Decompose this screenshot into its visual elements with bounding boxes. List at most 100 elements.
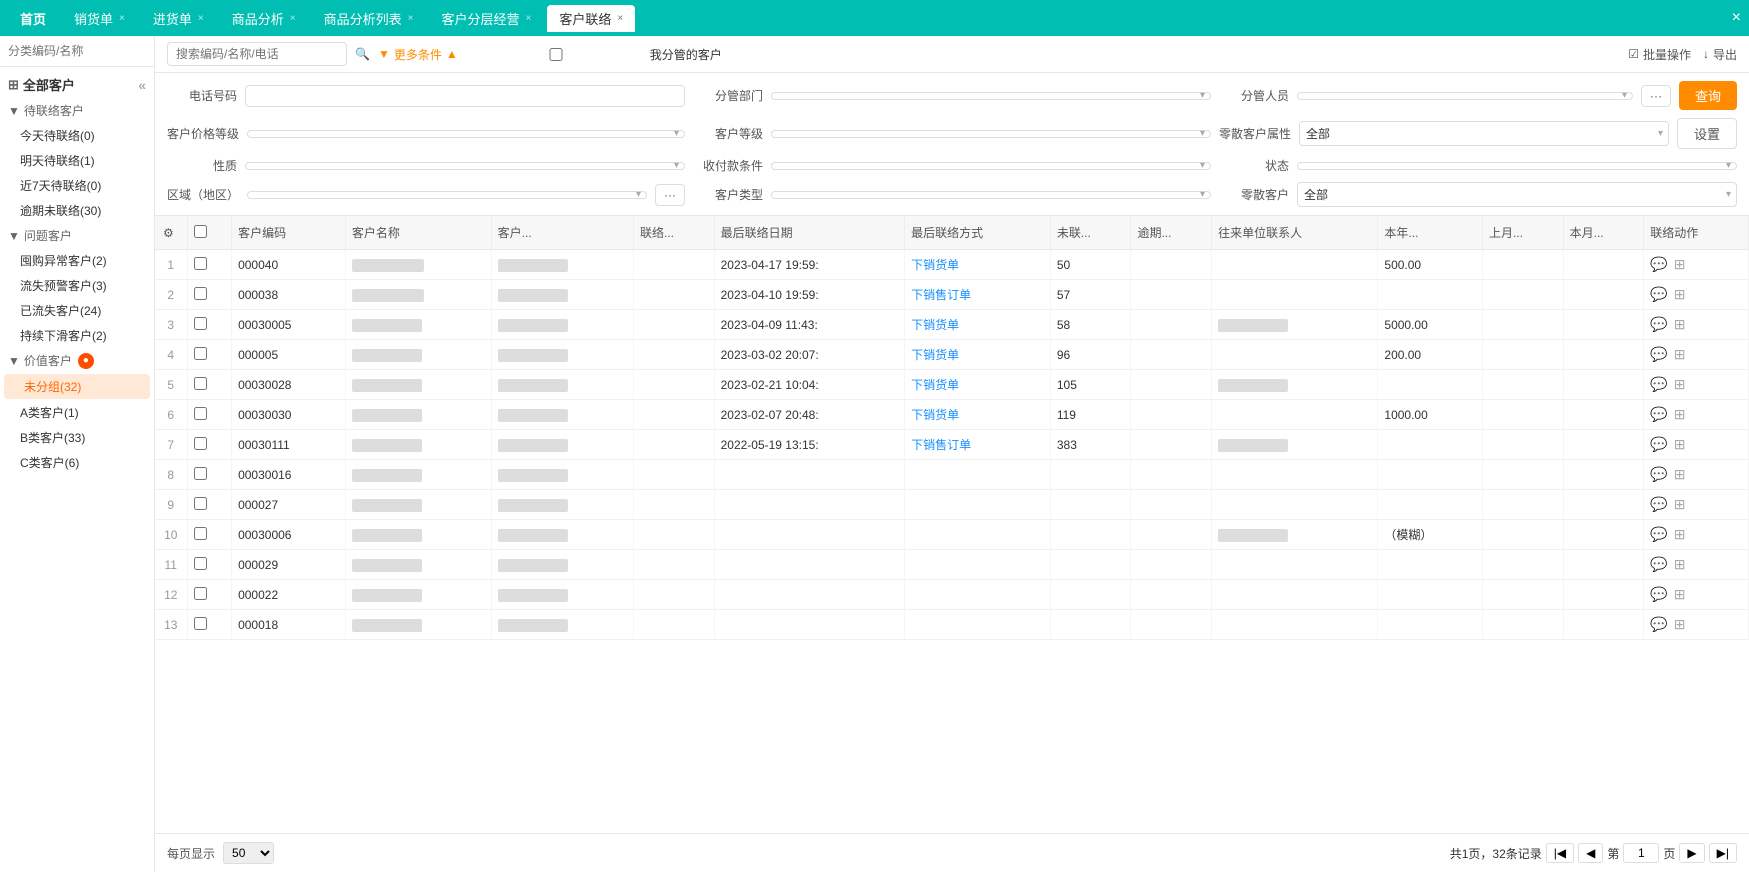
page-size-select[interactable]: 50 100 200 xyxy=(223,842,274,864)
row-last-way[interactable] xyxy=(905,520,1051,550)
chat-icon[interactable]: 💬 xyxy=(1650,376,1667,393)
sidebar-search-input[interactable] xyxy=(8,44,155,58)
more-icon[interactable]: ⊞ xyxy=(1674,526,1686,543)
filter-select-scatter[interactable]: 全部 xyxy=(1297,182,1737,207)
row-checkbox[interactable] xyxy=(187,610,232,640)
search-input[interactable] xyxy=(167,42,347,66)
sidebar-item-today[interactable]: 今天待联络(0) xyxy=(0,123,154,148)
filter-select-customer-level[interactable] xyxy=(771,130,1211,138)
th-partner-contact[interactable]: 往来单位联系人 xyxy=(1212,216,1378,250)
sidebar-item-class-b[interactable]: B类客户(33) xyxy=(0,425,154,450)
th-type[interactable]: 客户... xyxy=(491,216,633,250)
last-page-btn[interactable]: ▶| xyxy=(1709,843,1737,863)
row-checkbox[interactable] xyxy=(187,490,232,520)
filter-input-phone[interactable] xyxy=(245,85,685,107)
page-number-input[interactable] xyxy=(1623,843,1659,863)
group-value-customers[interactable]: ▼ 价值客户 ● xyxy=(0,348,154,373)
more-icon[interactable]: ⊞ xyxy=(1674,556,1686,573)
close-purchase-icon[interactable]: × xyxy=(198,13,204,24)
row-checkbox[interactable] xyxy=(187,460,232,490)
tab-customer-layer[interactable]: 客户分层经营 × xyxy=(429,5,543,32)
sidebar-item-abnormal[interactable]: 囤购异常客户(2) xyxy=(0,248,154,273)
th-name[interactable]: 客户名称 xyxy=(345,216,491,250)
filter-region-dots-btn[interactable]: ··· xyxy=(655,184,685,206)
export-btn[interactable]: ↓ 导出 xyxy=(1703,46,1737,63)
row-last-way[interactable] xyxy=(905,460,1051,490)
filter-select-price-level[interactable] xyxy=(247,130,685,138)
sidebar-item-class-c[interactable]: C类客户(6) xyxy=(0,450,154,475)
more-icon[interactable]: ⊞ xyxy=(1674,466,1686,483)
query-button[interactable]: 查询 xyxy=(1679,81,1737,110)
filter-select-dept[interactable] xyxy=(771,92,1211,100)
sidebar-item-declining[interactable]: 持续下滑客户(2) xyxy=(0,323,154,348)
close-product-analysis-list-icon[interactable]: × xyxy=(408,13,414,24)
chat-icon[interactable]: 💬 xyxy=(1650,406,1667,423)
row-checkbox[interactable] xyxy=(187,550,232,580)
sidebar-item-tomorrow[interactable]: 明天待联络(1) xyxy=(0,148,154,173)
close-product-analysis-icon[interactable]: × xyxy=(290,13,296,24)
filter-select-customer-type[interactable] xyxy=(771,191,1211,199)
filter-select-payment[interactable] xyxy=(771,162,1211,170)
batch-operations-btn[interactable]: ☑ 批量操作 xyxy=(1628,46,1691,63)
row-checkbox[interactable] xyxy=(187,340,232,370)
row-checkbox[interactable] xyxy=(187,520,232,550)
row-last-way[interactable]: 下销售订单 xyxy=(905,430,1051,460)
sidebar-item-class-a[interactable]: A类客户(1) xyxy=(0,400,154,425)
row-last-way[interactable] xyxy=(905,490,1051,520)
row-last-way[interactable]: 下销货单 xyxy=(905,400,1051,430)
close-customer-contact-icon[interactable]: × xyxy=(617,13,623,24)
tab-product-analysis[interactable]: 商品分析 × xyxy=(220,5,308,32)
chat-icon[interactable]: 💬 xyxy=(1650,466,1667,483)
more-icon[interactable]: ⊞ xyxy=(1674,316,1686,333)
th-not-contact[interactable]: 未联... xyxy=(1050,216,1131,250)
row-checkbox[interactable] xyxy=(187,370,232,400)
row-checkbox[interactable] xyxy=(187,250,232,280)
more-conditions-btn[interactable]: ▼ 更多条件 ▲ xyxy=(378,46,458,63)
search-icon[interactable]: 🔍 xyxy=(355,47,370,61)
more-icon[interactable]: ⊞ xyxy=(1674,346,1686,363)
sidebar-item-ungrouped[interactable]: 未分组(32) xyxy=(4,374,150,399)
row-last-way[interactable] xyxy=(905,610,1051,640)
th-this-year[interactable]: 本年... xyxy=(1378,216,1483,250)
more-icon[interactable]: ⊞ xyxy=(1674,406,1686,423)
row-last-way[interactable]: 下销售订单 xyxy=(905,280,1051,310)
row-last-way[interactable]: 下销货单 xyxy=(905,250,1051,280)
tab-home[interactable]: 首页 xyxy=(8,5,58,32)
th-checkbox[interactable] xyxy=(187,216,232,250)
reset-button[interactable]: 设置 xyxy=(1677,118,1737,149)
chat-icon[interactable]: 💬 xyxy=(1650,526,1667,543)
th-this-month[interactable]: 本月... xyxy=(1563,216,1644,250)
row-checkbox[interactable] xyxy=(187,310,232,340)
more-icon[interactable]: ⊞ xyxy=(1674,376,1686,393)
filter-select-region[interactable] xyxy=(247,191,647,199)
filter-person-dots-btn[interactable]: ··· xyxy=(1641,85,1671,107)
chat-icon[interactable]: 💬 xyxy=(1650,316,1667,333)
sidebar-item-churn-warning[interactable]: 流失预警客户(3) xyxy=(0,273,154,298)
chat-icon[interactable]: 💬 xyxy=(1650,436,1667,453)
filter-select-person[interactable] xyxy=(1297,92,1633,100)
sidebar-item-7days[interactable]: 近7天待联络(0) xyxy=(0,173,154,198)
more-icon[interactable]: ⊞ xyxy=(1674,286,1686,303)
more-icon[interactable]: ⊞ xyxy=(1674,256,1686,273)
all-customers-header[interactable]: ⊞ 全部客户 « xyxy=(0,67,154,98)
row-checkbox[interactable] xyxy=(187,400,232,430)
row-checkbox[interactable] xyxy=(187,280,232,310)
row-last-way[interactable]: 下销货单 xyxy=(905,310,1051,340)
th-contact[interactable]: 联络... xyxy=(633,216,714,250)
next-page-btn[interactable]: ▶ xyxy=(1679,843,1704,863)
chat-icon[interactable]: 💬 xyxy=(1650,346,1667,363)
collapse-sidebar-icon[interactable]: « xyxy=(138,77,146,93)
th-settings[interactable]: ⚙ xyxy=(155,216,187,250)
chat-icon[interactable]: 💬 xyxy=(1650,496,1667,513)
sidebar-item-lost[interactable]: 已流失客户(24) xyxy=(0,298,154,323)
tab-purchase[interactable]: 进货单 × xyxy=(141,5,216,32)
tab-customer-contact[interactable]: 客户联络 × xyxy=(547,5,635,32)
th-last-date[interactable]: 最后联络日期 xyxy=(714,216,904,250)
tab-sales[interactable]: 销货单 × xyxy=(62,5,137,32)
row-last-way[interactable] xyxy=(905,550,1051,580)
row-checkbox[interactable] xyxy=(187,430,232,460)
sidebar-item-overdue[interactable]: 逾期未联络(30) xyxy=(0,198,154,223)
chat-icon[interactable]: 💬 xyxy=(1650,556,1667,573)
group-problem-customers[interactable]: ▼ 问题客户 xyxy=(0,223,154,248)
more-icon[interactable]: ⊞ xyxy=(1674,496,1686,513)
